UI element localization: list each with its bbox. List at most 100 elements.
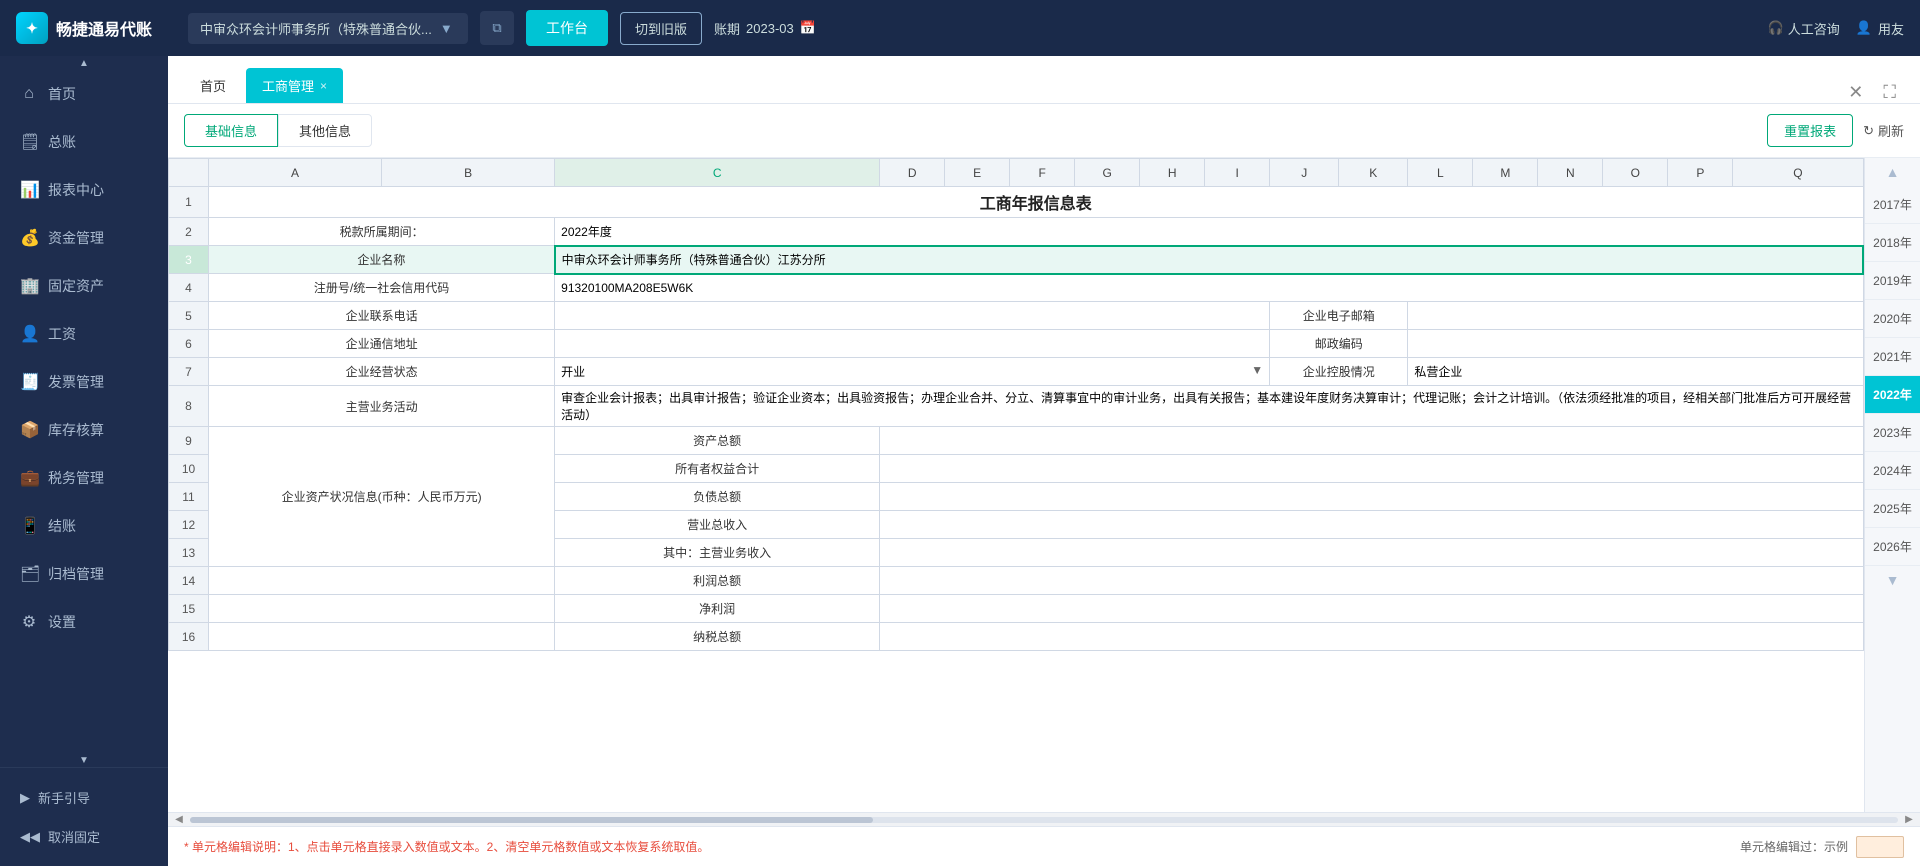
sidebar-item-ledger[interactable]: 🗒 总账	[0, 118, 168, 166]
sidebar-item-invoice[interactable]: 🧾 发票管理	[0, 358, 168, 406]
sidebar-scroll: ⌂ 首页 🗒 总账 📊 报表中心 💰 资金管理 🏢 固定资产 👤 工资	[0, 70, 168, 753]
user-area[interactable]: 👤 用友	[1856, 19, 1904, 38]
row12-value[interactable]	[880, 511, 1863, 539]
col-header-q: Q	[1733, 159, 1863, 187]
row-num-9: 9	[169, 427, 209, 455]
window-expand-icon[interactable]: ⛶	[1875, 82, 1904, 103]
row2-label: 税款所属期间：	[209, 218, 555, 246]
table-row: 3 企业名称 中审众环会计师事务所（特殊普通合伙）江苏分所	[169, 246, 1864, 274]
sheet-main[interactable]: A B C D E F G H I J	[168, 158, 1864, 812]
row5-phone-value[interactable]	[555, 302, 1270, 330]
row-num-11: 11	[169, 483, 209, 511]
row11-value[interactable]	[880, 483, 1863, 511]
sidebar-item-settings[interactable]: ⚙ 设置	[0, 598, 168, 646]
col-header-a: A	[209, 159, 382, 187]
row7-status-value[interactable]: 开业 ▼	[555, 358, 1270, 386]
company-selector[interactable]: 中审众环会计师事务所（特殊普通合伙... ▼	[188, 13, 468, 44]
sidebar-item-unpin[interactable]: ◀◀ 取消固定	[0, 817, 168, 856]
horizontal-scrollbar[interactable]: ◀ ▶	[168, 812, 1920, 826]
row3-value[interactable]: 中审众环会计师事务所（特殊普通合伙）江苏分所	[555, 246, 1863, 274]
col-header-k: K	[1339, 159, 1408, 187]
row15-value[interactable]	[880, 595, 1863, 623]
row-num-4: 4	[169, 274, 209, 302]
settle-icon: 📱	[20, 516, 38, 536]
sidebar-item-payroll[interactable]: 👤 工资	[0, 310, 168, 358]
table-row: 7 企业经营状态 开业 ▼ 企业控股情况 私营企业	[169, 358, 1864, 386]
row6-postal-value[interactable]	[1408, 330, 1863, 358]
sidebar-item-inventory[interactable]: 📦 库存核算	[0, 406, 168, 454]
sidebar-label-payroll: 工资	[48, 324, 76, 344]
sidebar-item-home[interactable]: ⌂ 首页	[0, 70, 168, 118]
hscroll-right-arrow[interactable]: ▶	[1902, 813, 1916, 827]
row10-value[interactable]	[880, 455, 1863, 483]
row12-label: 营业总收入	[555, 511, 880, 539]
row6-addr-value[interactable]	[555, 330, 1270, 358]
sidebar-item-fixed[interactable]: 🏢 固定资产	[0, 262, 168, 310]
row-num-15: 15	[169, 595, 209, 623]
sidebar-scroll-down[interactable]: ▼	[0, 753, 168, 767]
finance-icon: 💰	[20, 228, 38, 248]
row-num-1: 1	[169, 187, 209, 218]
hscroll-track[interactable]	[190, 817, 1898, 823]
year-item-2026[interactable]: 2026年	[1865, 528, 1920, 566]
window-close-icon[interactable]: ✕	[1840, 82, 1871, 103]
table-row: 9 企业资产状况信息(币种：人民币万元) 资产总额	[169, 427, 1864, 455]
year-scroll-up[interactable]: ▲	[1865, 158, 1920, 186]
sidebar-bottom: ▶ 新手引导 ◀◀ 取消固定	[0, 767, 168, 866]
year-item-2023[interactable]: 2023年	[1865, 414, 1920, 452]
row5-email-value[interactable]	[1408, 302, 1863, 330]
tab-bar: 首页 工商管理 × ✕ ⛶	[168, 56, 1920, 104]
support-button[interactable]: 🎧 人工咨询	[1768, 19, 1840, 38]
year-item-2022[interactable]: 2022年	[1865, 376, 1920, 414]
row2-value[interactable]: 2022年度	[555, 218, 1863, 246]
sidebar-item-finance[interactable]: 💰 资金管理	[0, 214, 168, 262]
year-item-2020[interactable]: 2020年	[1865, 300, 1920, 338]
sidebar-item-report[interactable]: 📊 报表中心	[0, 166, 168, 214]
year-item-2019[interactable]: 2019年	[1865, 262, 1920, 300]
row4-value[interactable]: 91320100MA208E5W6K	[555, 274, 1863, 302]
year-item-2017[interactable]: 2017年	[1865, 186, 1920, 224]
col-header-d: D	[880, 159, 945, 187]
sidebar-scroll-up[interactable]: ▲	[0, 56, 168, 70]
tab-industrial[interactable]: 工商管理 ×	[246, 68, 343, 103]
row16-label: 纳税总额	[555, 623, 880, 651]
year-item-2024[interactable]: 2024年	[1865, 452, 1920, 490]
sub-tab-other[interactable]: 其他信息	[278, 114, 372, 147]
main-layout: ▲ ⌂ 首页 🗒 总账 📊 报表中心 💰 资金管理 🏢 固定资产	[0, 56, 1920, 866]
tab-close-icon[interactable]: ×	[320, 79, 327, 93]
sidebar-label-fixed: 固定资产	[48, 276, 104, 296]
old-version-button[interactable]: 切到旧版	[620, 12, 702, 45]
sidebar-item-tax[interactable]: 💼 税务管理	[0, 454, 168, 502]
year-item-2018[interactable]: 2018年	[1865, 224, 1920, 262]
row14-label: 利润总额	[555, 567, 880, 595]
hscroll-left-arrow[interactable]: ◀	[172, 813, 186, 827]
row-num-7: 7	[169, 358, 209, 386]
reset-report-button[interactable]: 重置报表	[1767, 114, 1853, 147]
col-header-h: H	[1140, 159, 1205, 187]
year-scroll-down[interactable]: ▼	[1865, 566, 1920, 594]
sidebar-item-newbie[interactable]: ▶ 新手引导	[0, 778, 168, 817]
row7-control-value[interactable]: 私营企业	[1408, 358, 1863, 386]
sub-tab-basic[interactable]: 基础信息	[184, 114, 278, 147]
table-row: 5 企业联系电话 企业电子邮箱	[169, 302, 1864, 330]
sidebar-item-archive[interactable]: 🗂 归档管理	[0, 550, 168, 598]
tab-home[interactable]: 首页	[184, 68, 242, 103]
year-item-2025[interactable]: 2025年	[1865, 490, 1920, 528]
row14-value[interactable]	[880, 567, 1863, 595]
table-row: 4 注册号/统一社会信用代码 91320100MA208E5W6K	[169, 274, 1864, 302]
row8-value[interactable]: 审查企业会计报表；出具审计报告；验证企业资本；出具验资报告；办理企业合并、分立、…	[555, 386, 1863, 427]
copy-icon-button[interactable]: ⧉	[480, 11, 514, 45]
hscroll-thumb[interactable]	[190, 817, 873, 823]
calendar-icon[interactable]: 📅	[800, 20, 816, 36]
year-item-2021[interactable]: 2021年	[1865, 338, 1920, 376]
sidebar-item-settle[interactable]: 📱 结账	[0, 502, 168, 550]
bottom-example: 单元格编辑过：示例	[1740, 836, 1904, 858]
row16-value[interactable]	[880, 623, 1863, 651]
row13-value[interactable]	[880, 539, 1863, 567]
col-header-e: E	[945, 159, 1010, 187]
title-cell[interactable]: 工商年报信息表	[209, 187, 1864, 218]
refresh-button[interactable]: ↻ 刷新	[1863, 121, 1904, 140]
row9-value[interactable]	[880, 427, 1863, 455]
workbench-button[interactable]: 工作台	[526, 10, 608, 46]
example-cell	[1856, 836, 1904, 858]
